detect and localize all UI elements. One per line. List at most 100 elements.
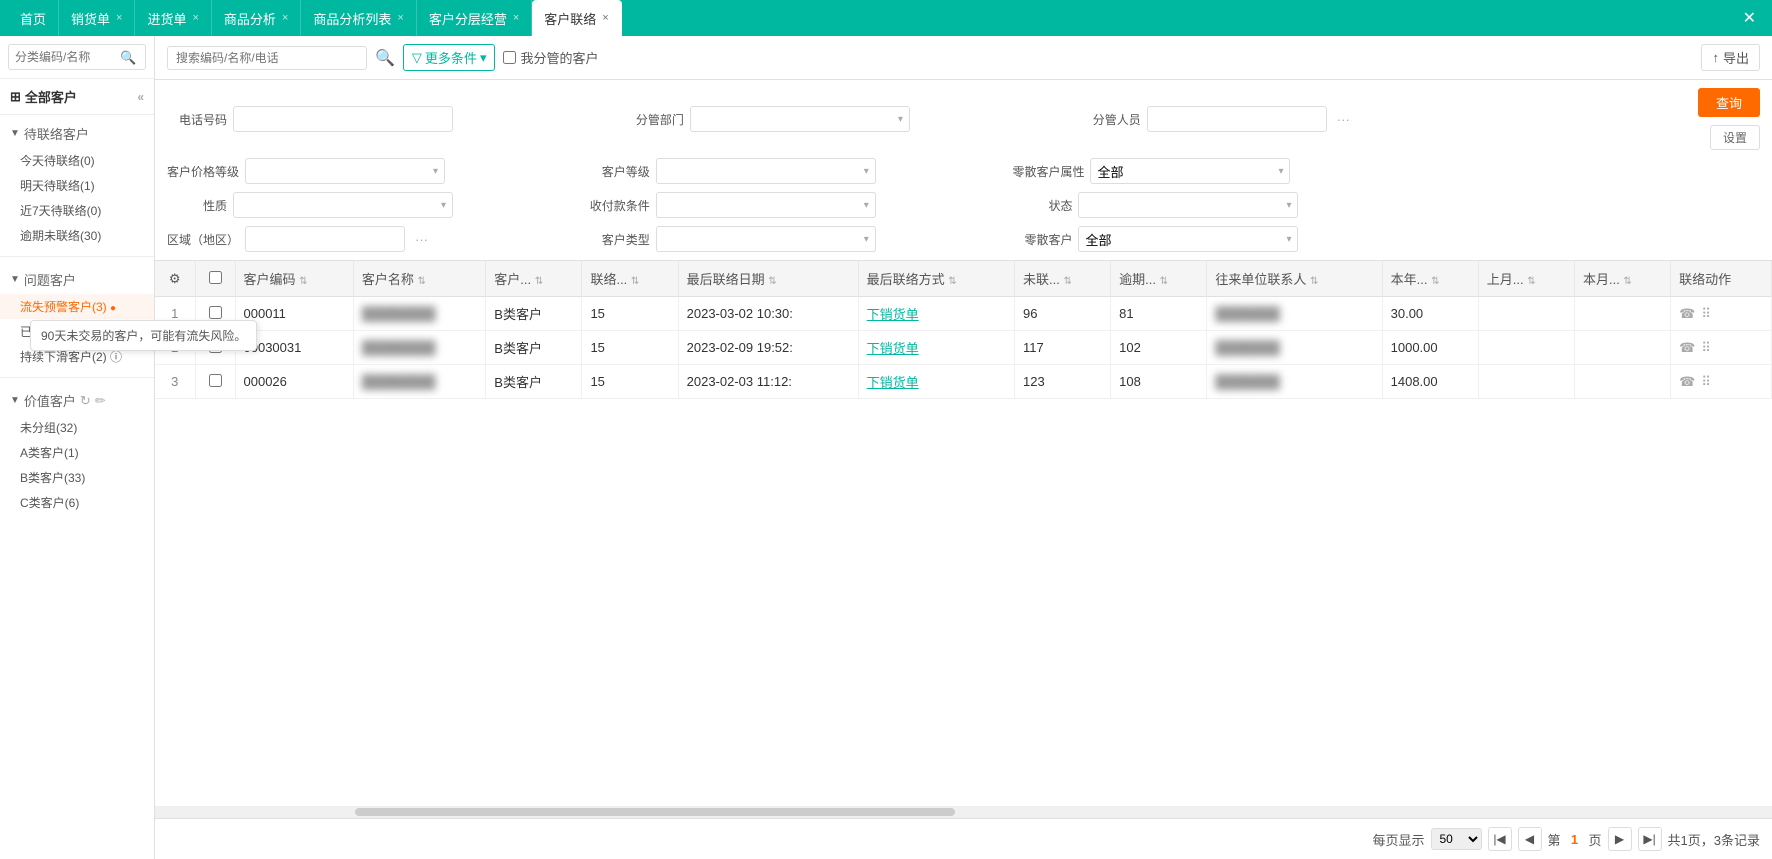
col-uncontacted[interactable]: 未联... ⇅ [1014, 261, 1110, 297]
close-icon[interactable]: × [192, 12, 198, 24]
row-no: 3 [155, 365, 195, 399]
row-last-contact-method[interactable]: 下销货单 [858, 365, 1014, 399]
first-page-button[interactable]: |◀ [1488, 827, 1512, 851]
col-last-contact-method[interactable]: 最后联络方式 ⇅ [858, 261, 1014, 297]
col-code[interactable]: 客户编码 ⇅ [235, 261, 353, 297]
my-customers-checkbox-label[interactable]: 我分管的客户 [503, 48, 598, 67]
tab-purchase-order[interactable]: 进货单 × [135, 0, 211, 36]
filter-search-input[interactable] [167, 46, 367, 70]
more-actions-icon[interactable]: ⠿ [1701, 306, 1711, 322]
phone-icon[interactable]: ☎ [1679, 374, 1695, 390]
sidebar-item-tomorrow[interactable]: 明天待联络(1) [0, 173, 154, 198]
sidebar-item-today[interactable]: 今天待联络(0) [0, 148, 154, 173]
window-close-button[interactable]: ✕ [1735, 8, 1764, 28]
tab-customer-contact[interactable]: 客户联络 × [532, 0, 621, 36]
row-name: ████████ [353, 365, 485, 399]
col-gear[interactable]: ⚙ [155, 261, 195, 297]
row-code: 000026 [235, 365, 353, 399]
select-all-checkbox[interactable] [209, 271, 222, 284]
col-contact-person[interactable]: 往来单位联系人 ⇅ [1207, 261, 1382, 297]
filter-nature-select[interactable]: ▾ [233, 192, 453, 218]
sidebar-item-churn-warning[interactable]: 流失预警客户(3) ● [0, 294, 154, 319]
more-actions-icon[interactable]: ⠿ [1701, 340, 1711, 356]
col-contact[interactable]: 联络... ⇅ [582, 261, 678, 297]
tab-home[interactable]: 首页 [8, 0, 59, 36]
collapse-icon[interactable]: « [137, 90, 144, 104]
query-button[interactable]: 查询 [1698, 88, 1760, 117]
col-last-contact-date[interactable]: 最后联络日期 ⇅ [678, 261, 858, 297]
refresh-icon[interactable]: ↻ [80, 393, 91, 409]
close-icon[interactable]: × [116, 12, 122, 24]
col-this-month[interactable]: 本月... ⇅ [1574, 261, 1670, 297]
my-customers-checkbox[interactable] [503, 51, 516, 64]
filter-payment-select[interactable]: ▾ [656, 192, 876, 218]
filter-label-region: 区域（地区） [167, 231, 239, 248]
row-customer-type: B类客户 [486, 297, 582, 331]
filter-status-select[interactable]: ▾ [1078, 192, 1298, 218]
sidebar-item-type-a[interactable]: A类客户(1) [0, 440, 154, 465]
last-page-button[interactable]: ▶| [1638, 827, 1662, 851]
close-icon[interactable]: × [513, 12, 519, 24]
col-last-month[interactable]: 上月... ⇅ [1478, 261, 1574, 297]
phone-icon[interactable]: ☎ [1679, 340, 1695, 356]
prev-page-button[interactable]: ◀ [1518, 827, 1542, 851]
filter-customer-level-select[interactable]: ▾ [656, 158, 876, 184]
next-page-button[interactable]: ▶ [1608, 827, 1632, 851]
chevron-down-icon: ▾ [864, 166, 869, 177]
tab-customer-layered[interactable]: 客户分层经营 × [417, 0, 532, 36]
sidebar-item-type-b[interactable]: B类客户(33) [0, 465, 154, 490]
more-conditions-button[interactable]: ▽ 更多条件 ▾ [403, 44, 496, 71]
export-button[interactable]: ↑ 导出 [1701, 44, 1760, 71]
filter-label-customer-level: 客户等级 [590, 163, 650, 180]
tab-bar: 首页 销货单 × 进货单 × 商品分析 × 商品分析列表 × 客户分层经营 × … [0, 0, 1772, 36]
row-last-contact-method[interactable]: 下销货单 [858, 331, 1014, 365]
filter-scattered-select[interactable]: 全部 ▾ [1078, 226, 1298, 252]
filter-price-level-select[interactable]: ▾ [245, 158, 445, 184]
col-overdue[interactable]: 逾期... ⇅ [1111, 261, 1207, 297]
filter-customer-type-select[interactable]: ▾ [656, 226, 876, 252]
tab-product-analysis[interactable]: 商品分析 × [212, 0, 301, 36]
sidebar-section-header-problem[interactable]: ▼ 问题客户 [0, 265, 154, 294]
filter-label-phone: 电话号码 [167, 111, 227, 128]
col-year-amount[interactable]: 本年... ⇅ [1382, 261, 1478, 297]
filter-manager-input[interactable] [1147, 106, 1327, 132]
filter-phone-input[interactable] [233, 106, 453, 132]
edit-icon[interactable]: ✏ [95, 393, 106, 409]
horizontal-scrollbar[interactable] [155, 806, 1772, 818]
more-actions-icon[interactable]: ⠿ [1701, 374, 1711, 390]
col-checkbox[interactable] [195, 261, 235, 297]
sidebar: 🔍 ⊞ 全部客户 « ▼ 待联络客户 今天待联络(0) 明天待联络(1) 近7天… [0, 36, 155, 859]
per-page-select[interactable]: 50 20 100 [1431, 828, 1482, 850]
filter-dept-select[interactable]: ▾ [690, 106, 910, 132]
row-last-contact-date: 2023-02-03 11:12: [678, 365, 858, 399]
close-icon[interactable]: × [602, 12, 608, 24]
filter-scattered-attr-select[interactable]: 全部 ▾ [1090, 158, 1290, 184]
filter-region-input[interactable] [245, 226, 405, 252]
filter-row-3: 性质 ▾ 收付款条件 ▾ 状态 [167, 192, 1760, 218]
sidebar-item-overdue[interactable]: 逾期未联络(30) [0, 223, 154, 248]
sidebar-item-7days[interactable]: 近7天待联络(0) [0, 198, 154, 223]
row-last-contact-method[interactable]: 下销货单 [858, 297, 1014, 331]
more-dots-manager[interactable]: ··· [1333, 112, 1354, 127]
sidebar-item-unclassified[interactable]: 未分组(32) [0, 415, 154, 440]
settings-button[interactable]: 设置 [1710, 125, 1760, 150]
close-icon[interactable]: × [282, 12, 288, 24]
scrollbar-thumb[interactable] [355, 808, 955, 816]
tab-product-analysis-list[interactable]: 商品分析列表 × [301, 0, 416, 36]
sidebar-section-header-value[interactable]: ▼ 价值客户 ↻ ✏ [0, 386, 154, 415]
sidebar-section-header-pending[interactable]: ▼ 待联络客户 [0, 119, 154, 148]
row-checkbox[interactable] [195, 365, 235, 399]
sidebar-section-problem: ▼ 问题客户 流失预警客户(3) ● 已流失客户(24) ⓘ 持续下滑客户(2)… [0, 261, 154, 373]
filter-search-button[interactable]: 🔍 [375, 48, 395, 68]
tab-sales-order[interactable]: 销货单 × [59, 0, 135, 36]
phone-icon[interactable]: ☎ [1679, 306, 1695, 322]
current-page: 1 [1567, 832, 1583, 847]
row-contact-person: ███████ [1207, 331, 1382, 365]
sidebar-all-customers[interactable]: ⊞ 全部客户 « [0, 79, 154, 115]
close-icon[interactable]: × [397, 12, 403, 24]
row-last-contact-date: 2023-02-09 19:52: [678, 331, 858, 365]
col-name[interactable]: 客户名称 ⇅ [353, 261, 485, 297]
col-type[interactable]: 客户... ⇅ [486, 261, 582, 297]
sidebar-item-type-c[interactable]: C类客户(6) [0, 490, 154, 515]
more-dots-region[interactable]: ··· [411, 232, 432, 247]
